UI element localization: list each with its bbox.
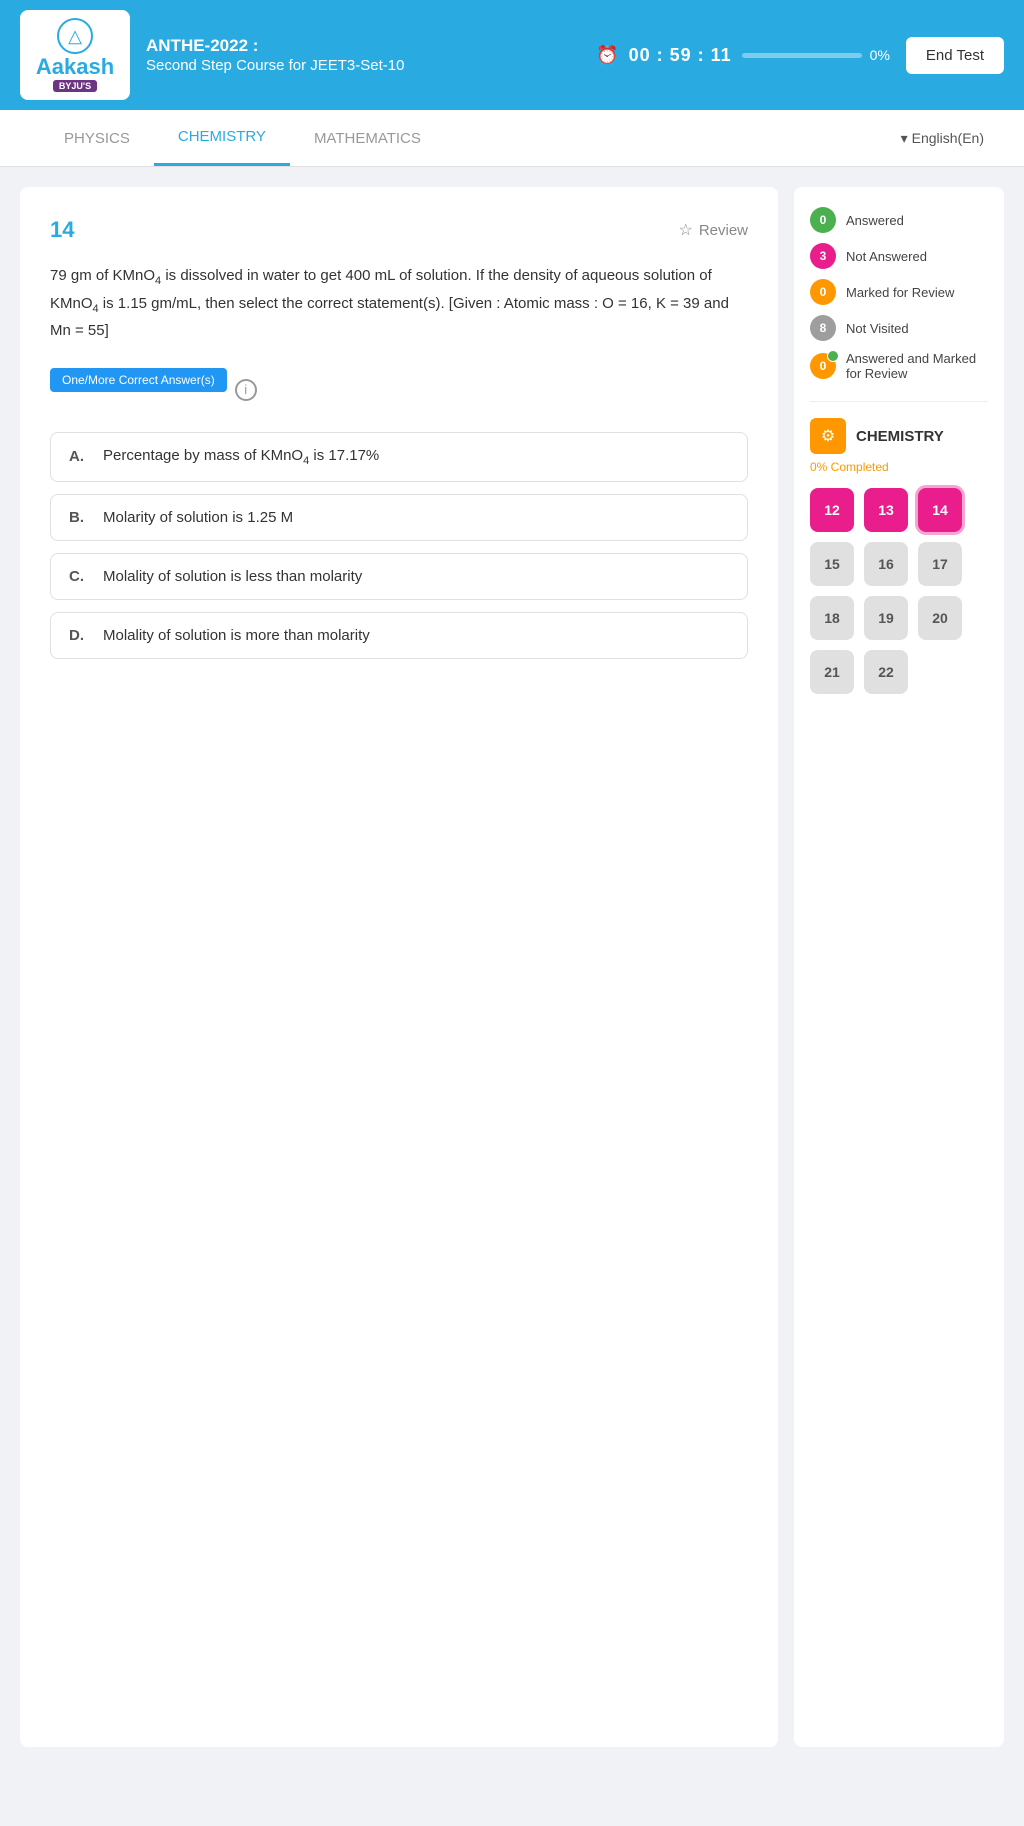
chemistry-section-title: CHEMISTRY [856,428,944,445]
end-test-button[interactable]: End Test [906,37,1004,74]
options-list: A. Percentage by mass of KMnO4 is 17.17%… [50,432,748,659]
q-btn-16[interactable]: 16 [864,542,908,586]
question-text: 79 gm of KMnO4 is dissolved in water to … [50,263,748,344]
chevron-down-icon: ▾ [901,130,908,147]
review-label: Review [699,222,748,239]
not-visited-label: Not Visited [846,321,909,336]
q-btn-13[interactable]: 13 [864,488,908,532]
answered-marked-badge: 0 [810,353,836,379]
status-marked: 0 Marked for Review [810,279,988,305]
review-button[interactable]: ☆ Review [678,220,748,240]
tab-chemistry[interactable]: CHEMISTRY [154,110,290,166]
marked-badge: 0 [810,279,836,305]
timer-icon: ⏰ [596,45,618,66]
main-content: 14 ☆ Review 79 gm of KMnO4 is dissolved … [0,167,1024,1767]
logo-byju-text: BYJU'S [53,80,97,92]
logo-aakash-text: Aakash [36,56,114,78]
progress-pct: 0% [870,47,890,63]
q-btn-22[interactable]: 22 [864,650,908,694]
tab-physics[interactable]: PHYSICS [40,112,154,165]
nav-tabs: PHYSICS CHEMISTRY MATHEMATICS ▾ English(… [0,110,1024,167]
timer-section: ⏰ 00 : 59 : 11 0% [596,45,890,66]
status-not-answered: 3 Not Answered [810,243,988,269]
q-btn-15[interactable]: 15 [810,542,854,586]
status-not-visited: 8 Not Visited [810,315,988,341]
header: △ Aakash BYJU'S ANTHE-2022 : Second Step… [0,0,1024,110]
answered-badge: 0 [810,207,836,233]
language-selector[interactable]: ▾ English(En) [901,130,984,147]
q-btn-18[interactable]: 18 [810,596,854,640]
option-a-letter: A. [69,448,89,465]
q-btn-21[interactable]: 21 [810,650,854,694]
q-btn-20[interactable]: 20 [918,596,962,640]
header-title: ANTHE-2022 : Second Step Course for JEET… [146,36,580,73]
not-answered-count: 3 [820,249,827,263]
not-visited-badge: 8 [810,315,836,341]
chemistry-icon: ⚙ [810,418,846,454]
option-b-letter: B. [69,509,89,526]
language-label: English(En) [912,130,984,146]
option-d[interactable]: D. Molality of solution is more than mol… [50,612,748,659]
answered-marked-label: Answered and Marked for Review [846,351,988,381]
question-header: 14 ☆ Review [50,217,748,243]
option-c[interactable]: C. Molality of solution is less than mol… [50,553,748,600]
completed-percentage: 0% Completed [810,460,988,474]
exam-title: ANTHE-2022 : [146,36,580,56]
not-answered-label: Not Answered [846,249,927,264]
not-visited-count: 8 [820,321,827,335]
chemistry-header: ⚙ CHEMISTRY [810,418,988,454]
status-legend: 0 Answered 3 Not Answered 0 Marked for R… [810,207,988,381]
logo-icon: △ [57,18,93,54]
status-answered-marked: 0 Answered and Marked for Review [810,351,988,381]
timer-value: 00 : 59 : 11 [629,45,732,66]
grid-row-3: 18 19 20 [810,596,988,640]
logo: △ Aakash BYJU'S [20,10,130,100]
answered-marked-count: 0 [820,359,827,373]
chemistry-section: ⚙ CHEMISTRY 0% Completed 12 13 14 15 16 … [810,401,988,694]
exam-subtitle: Second Step Course for JEET3-Set-10 [146,57,580,74]
answered-count: 0 [820,213,827,227]
progress-bar-container: 0% [742,47,890,63]
q-btn-14[interactable]: 14 [918,488,962,532]
not-answered-badge: 3 [810,243,836,269]
star-icon: ☆ [678,220,692,240]
question-grid: 12 13 14 15 16 17 18 19 20 21 22 [810,488,988,694]
question-number: 14 [50,217,74,243]
info-icon[interactable]: i [235,379,257,401]
q-btn-19[interactable]: 19 [864,596,908,640]
marked-label: Marked for Review [846,285,954,300]
progress-bar [742,53,862,58]
option-a-text: Percentage by mass of KMnO4 is 17.17% [103,447,729,467]
sidebar: 0 Answered 3 Not Answered 0 Marked for R… [794,187,1004,1747]
tab-mathematics[interactable]: MATHEMATICS [290,112,445,165]
q-btn-17[interactable]: 17 [918,542,962,586]
option-a[interactable]: A. Percentage by mass of KMnO4 is 17.17% [50,432,748,482]
grid-row-2: 15 16 17 [810,542,988,586]
answered-label: Answered [846,213,904,228]
option-b-text: Molarity of solution is 1.25 M [103,509,729,526]
marked-count: 0 [820,285,827,299]
question-area: 14 ☆ Review 79 gm of KMnO4 is dissolved … [20,187,778,1747]
option-c-letter: C. [69,568,89,585]
option-c-text: Molality of solution is less than molari… [103,568,729,585]
option-b[interactable]: B. Molarity of solution is 1.25 M [50,494,748,541]
answer-type-tag: One/More Correct Answer(s) [50,368,227,392]
option-d-letter: D. [69,627,89,644]
status-answered: 0 Answered [810,207,988,233]
option-d-text: Molality of solution is more than molari… [103,627,729,644]
q-btn-12[interactable]: 12 [810,488,854,532]
grid-row-1: 12 13 14 [810,488,988,532]
grid-row-4: 21 22 [810,650,988,694]
